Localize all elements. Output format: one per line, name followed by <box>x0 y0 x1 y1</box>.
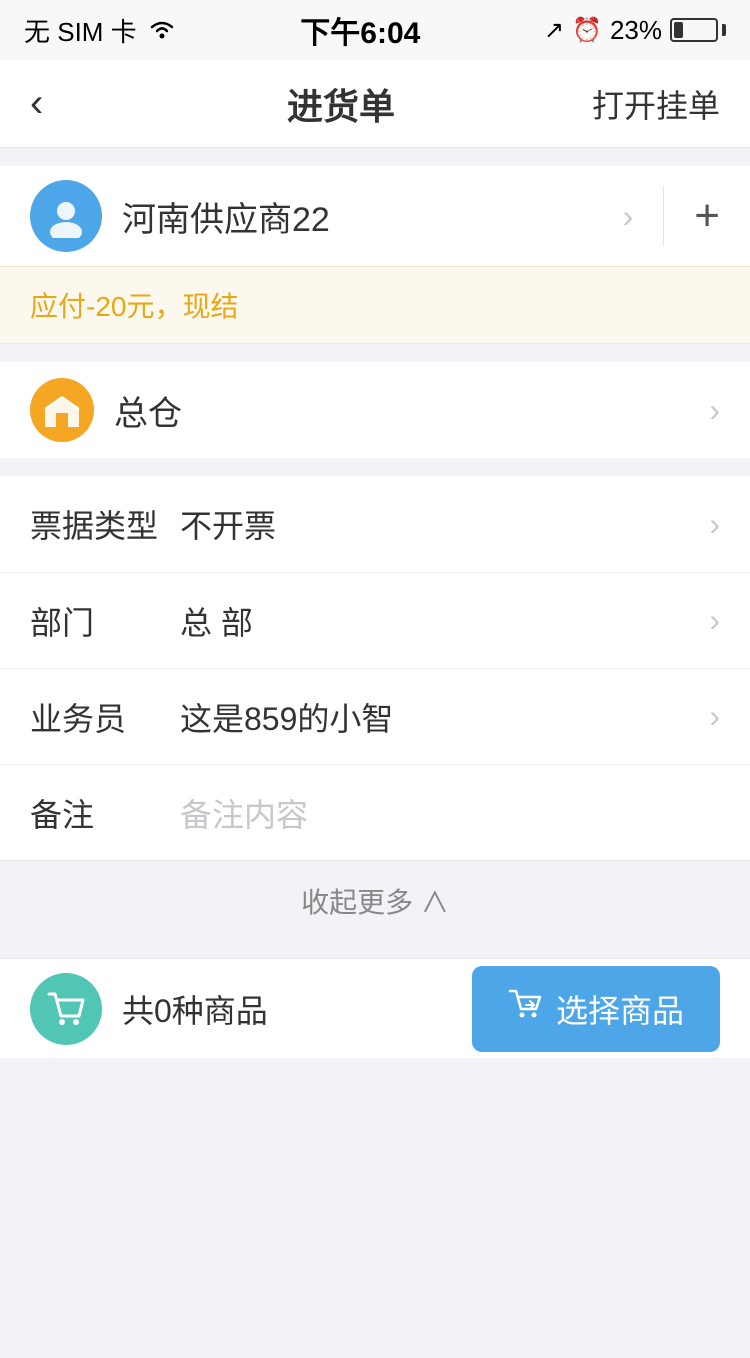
dept-label: 部门 <box>30 598 170 644</box>
section-gap-2 <box>0 344 750 362</box>
select-cart-icon <box>508 989 544 1029</box>
status-time: 下午6:04 <box>300 8 420 52</box>
supplier-actions: › + <box>623 186 720 246</box>
note-label: 备注 <box>30 790 170 836</box>
open-pending-button[interactable]: 打开挂单 <box>592 81 720 127</box>
vertical-divider <box>663 186 664 246</box>
battery-percent: 23% <box>610 15 662 46</box>
collapse-label: 收起更多 ∧ <box>301 881 449 921</box>
warehouse-section: 总仓 › <box>0 362 750 458</box>
product-count: 共0种商品 <box>122 986 472 1032</box>
dept-row[interactable]: 部门 总 部 › <box>0 572 750 668</box>
sales-row[interactable]: 业务员 这是859的小智 › <box>0 668 750 764</box>
invoice-label: 票据类型 <box>30 501 170 547</box>
battery-icon <box>670 18 726 42</box>
form-section: 票据类型 不开票 › 部门 总 部 › 业务员 这是859的小智 › 备注 备注… <box>0 476 750 860</box>
invoice-row[interactable]: 票据类型 不开票 › <box>0 476 750 572</box>
alarm-icon: ⏰ <box>572 16 602 45</box>
notice-text: 应付-20元，现结 <box>30 291 238 322</box>
note-row[interactable]: 备注 备注内容 <box>0 764 750 860</box>
section-gap-4 <box>0 940 750 958</box>
carrier-text: 无 SIM 卡 <box>24 12 137 49</box>
product-cart-icon <box>30 973 102 1045</box>
background-fill <box>0 1058 750 1358</box>
sales-value: 这是859的小智 <box>170 694 709 740</box>
sales-chevron-icon: › <box>709 698 720 735</box>
status-right: ↗ ⏰ 23% <box>544 15 726 46</box>
product-bar: 共0种商品 选择商品 <box>0 958 750 1058</box>
section-gap-3 <box>0 458 750 476</box>
supplier-row[interactable]: 河南供应商22 › + <box>0 166 750 266</box>
status-bar: 无 SIM 卡 下午6:04 ↗ ⏰ 23% <box>0 0 750 60</box>
section-gap-1 <box>0 148 750 166</box>
invoice-value: 不开票 <box>170 501 709 547</box>
location-icon: ↗ <box>544 16 564 45</box>
select-btn-label: 选择商品 <box>556 986 684 1032</box>
note-placeholder[interactable]: 备注内容 <box>170 790 720 836</box>
status-left: 无 SIM 卡 <box>24 12 177 49</box>
page-title: 进货单 <box>287 78 395 130</box>
wifi-icon <box>147 15 177 46</box>
supplier-name: 河南供应商22 <box>122 192 623 241</box>
add-supplier-icon[interactable]: + <box>694 191 720 241</box>
back-button[interactable]: ‹ <box>30 81 90 126</box>
select-product-button[interactable]: 选择商品 <box>472 966 720 1052</box>
supplier-section: 河南供应商22 › + 应付-20元，现结 <box>0 166 750 344</box>
sales-label: 业务员 <box>30 694 170 740</box>
supplier-avatar <box>30 180 102 252</box>
collapse-button[interactable]: 收起更多 ∧ <box>0 860 750 940</box>
supplier-chevron-icon: › <box>623 198 634 235</box>
notice-banner: 应付-20元，现结 <box>0 266 750 344</box>
warehouse-icon <box>30 378 94 442</box>
dept-chevron-icon: › <box>709 602 720 639</box>
warehouse-name: 总仓 <box>114 386 709 435</box>
warehouse-chevron-icon: › <box>709 392 720 429</box>
invoice-chevron-icon: › <box>709 506 720 543</box>
warehouse-row[interactable]: 总仓 › <box>0 362 750 458</box>
nav-bar: ‹ 进货单 打开挂单 <box>0 60 750 148</box>
dept-value: 总 部 <box>170 598 709 644</box>
